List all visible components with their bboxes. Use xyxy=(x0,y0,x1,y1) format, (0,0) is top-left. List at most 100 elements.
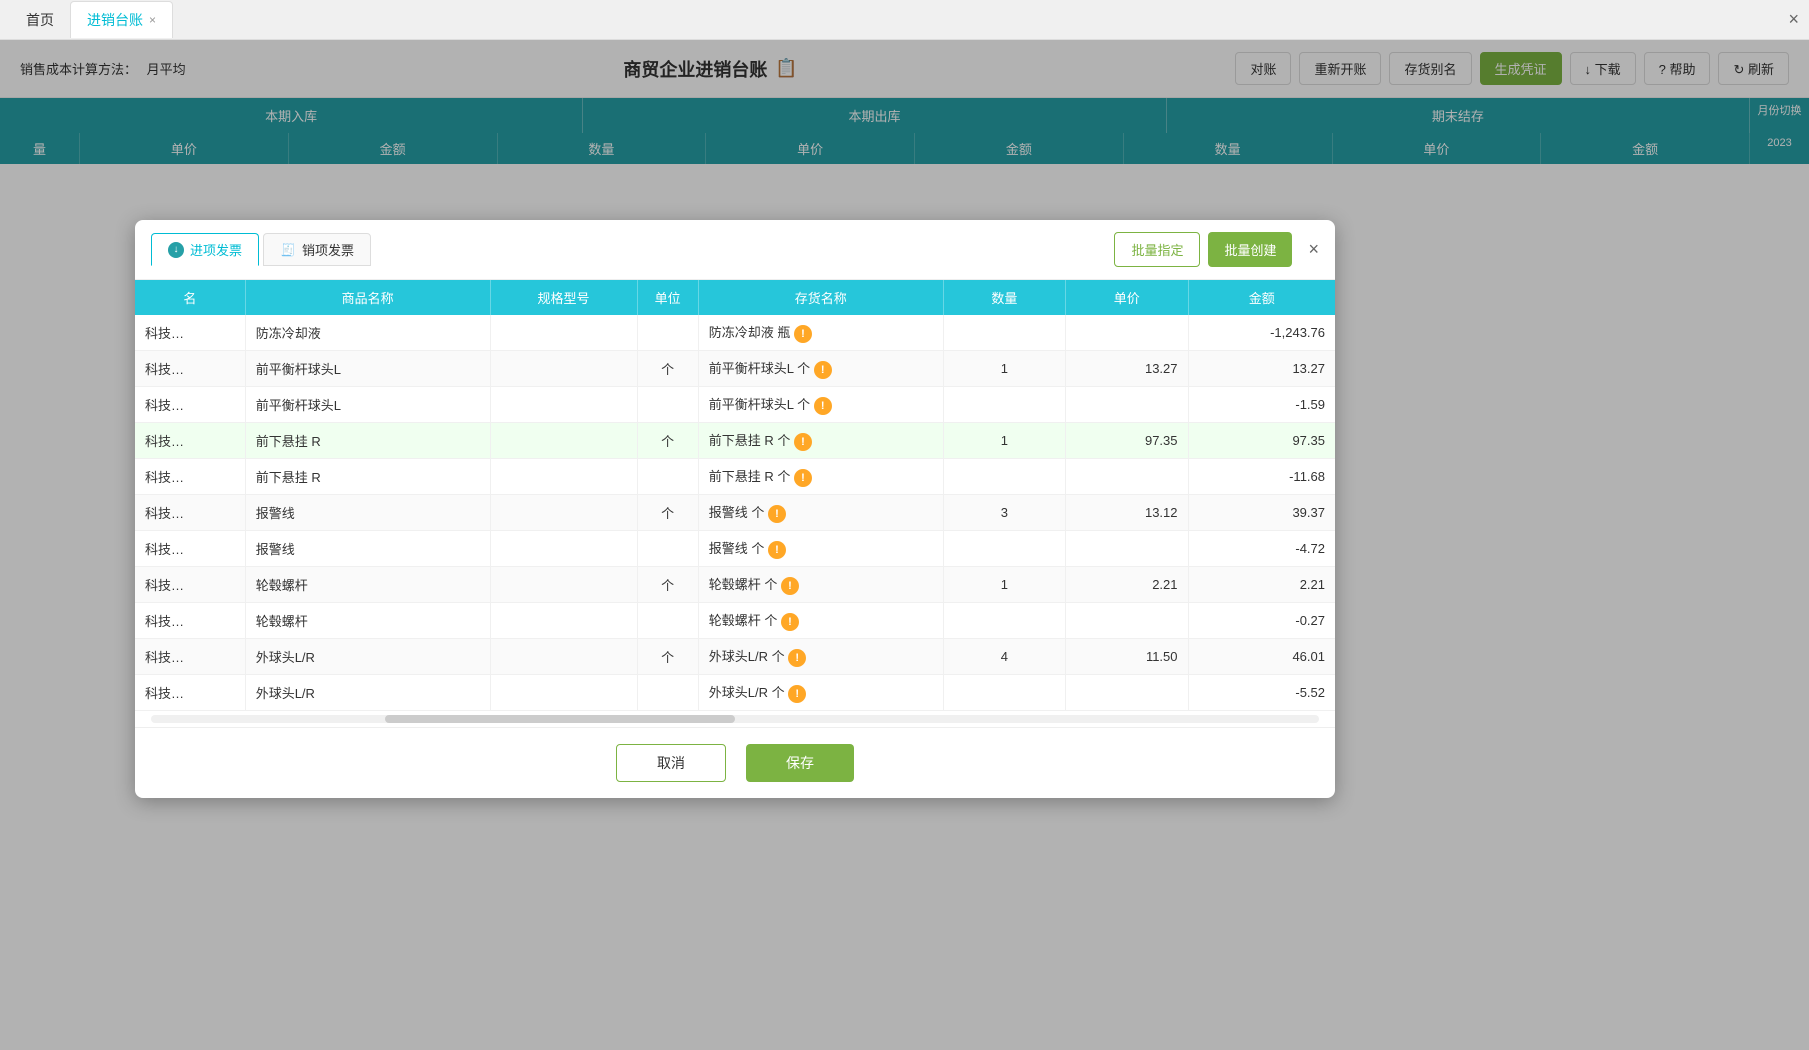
cell-stock: 外球头L/R 个 ! xyxy=(698,639,943,675)
cell-spec xyxy=(490,387,637,423)
table-row: 科技… 前下悬挂 R 个 前下悬挂 R 个 ! 1 97.35 97.35 xyxy=(135,423,1335,459)
cell-product: 外球头L/R xyxy=(245,639,490,675)
batch-create-button[interactable]: 批量创建 xyxy=(1208,232,1292,267)
cell-name: 科技… xyxy=(135,603,245,639)
cell-product: 前平衡杆球头L xyxy=(245,351,490,387)
cell-spec xyxy=(490,423,637,459)
th-product: 商品名称 xyxy=(245,280,490,315)
cell-product: 轮毂螺杆 xyxy=(245,567,490,603)
main-content: 销售成本计算方法： 月平均 商贸企业进销台账 📋 对账 重新开账 存货别名 生成… xyxy=(0,40,1809,1050)
cell-spec xyxy=(490,567,637,603)
cell-product: 轮毂螺杆 xyxy=(245,603,490,639)
cell-product: 前平衡杆球头L xyxy=(245,387,490,423)
cell-stock: 外球头L/R 个 ! xyxy=(698,675,943,711)
cell-unit: 个 xyxy=(637,495,698,531)
window-close-button[interactable]: × xyxy=(1788,9,1799,30)
table-row: 科技… 前平衡杆球头L 个 前平衡杆球头L 个 ! 1 13.27 13.27 xyxy=(135,351,1335,387)
cell-stock: 轮毂螺杆 个 ! xyxy=(698,567,943,603)
th-unit: 单位 xyxy=(637,280,698,315)
cell-price: 2.21 xyxy=(1066,567,1188,603)
tab-bar: 首页 进销台账 × × xyxy=(0,0,1809,40)
cell-spec xyxy=(490,459,637,495)
cell-unit xyxy=(637,315,698,351)
cell-price xyxy=(1066,387,1188,423)
cell-amount: 2.21 xyxy=(1188,567,1335,603)
cell-unit xyxy=(637,531,698,567)
cell-product: 前下悬挂 R xyxy=(245,423,490,459)
cell-price xyxy=(1066,315,1188,351)
cell-name: 科技… xyxy=(135,495,245,531)
cell-name: 科技… xyxy=(135,387,245,423)
th-spec: 规格型号 xyxy=(490,280,637,315)
warning-icon: ! xyxy=(768,505,786,523)
cell-price: 13.27 xyxy=(1066,351,1188,387)
cell-qty xyxy=(943,387,1065,423)
cell-price xyxy=(1066,675,1188,711)
cell-qty xyxy=(943,315,1065,351)
table-row: 科技… 前平衡杆球头L 前平衡杆球头L 个 ! -1.59 xyxy=(135,387,1335,423)
cell-product: 报警线 xyxy=(245,495,490,531)
modal-close-button[interactable]: × xyxy=(1308,239,1319,260)
scrollbar-track xyxy=(151,715,1319,723)
scrollbar-thumb[interactable] xyxy=(385,715,735,723)
in-invoice-icon: ↓ xyxy=(168,242,184,258)
horizontal-scrollbar[interactable] xyxy=(135,711,1335,727)
cell-product: 防冻冷却液 xyxy=(245,315,490,351)
save-button[interactable]: 保存 xyxy=(746,744,854,782)
cell-spec xyxy=(490,531,637,567)
warning-icon: ! xyxy=(768,541,786,559)
cell-qty: 4 xyxy=(943,639,1065,675)
cell-qty: 1 xyxy=(943,423,1065,459)
cell-name: 科技… xyxy=(135,639,245,675)
cell-unit xyxy=(637,603,698,639)
th-price: 单价 xyxy=(1066,280,1188,315)
cell-qty: 3 xyxy=(943,495,1065,531)
th-qty: 数量 xyxy=(943,280,1065,315)
batch-assign-button[interactable]: 批量指定 xyxy=(1114,232,1200,267)
cell-unit: 个 xyxy=(637,423,698,459)
modal-footer: 取消 保存 xyxy=(135,727,1335,798)
cell-amount: -1,243.76 xyxy=(1188,315,1335,351)
cell-stock: 前平衡杆球头L 个 ! xyxy=(698,387,943,423)
cancel-button[interactable]: 取消 xyxy=(616,744,726,782)
cell-amount: -0.27 xyxy=(1188,603,1335,639)
warning-icon: ! xyxy=(781,577,799,595)
cell-price xyxy=(1066,531,1188,567)
table-row: 科技… 防冻冷却液 防冻冷却液 瓶 ! -1,243.76 xyxy=(135,315,1335,351)
tab-ledger[interactable]: 进销台账 × xyxy=(70,1,173,38)
cell-stock: 报警线 个 ! xyxy=(698,495,943,531)
cell-amount: 46.01 xyxy=(1188,639,1335,675)
cell-qty xyxy=(943,531,1065,567)
tab-in-invoice[interactable]: ↓ 进项发票 xyxy=(151,233,259,266)
tab-out-invoice[interactable]: 🧾 销项发票 xyxy=(263,233,371,266)
cell-unit: 个 xyxy=(637,639,698,675)
cell-qty: 1 xyxy=(943,567,1065,603)
cell-qty xyxy=(943,603,1065,639)
table-row: 科技… 前下悬挂 R 前下悬挂 R 个 ! -11.68 xyxy=(135,459,1335,495)
cell-spec xyxy=(490,495,637,531)
cell-price: 13.12 xyxy=(1066,495,1188,531)
cell-name: 科技… xyxy=(135,459,245,495)
table-row: 科技… 外球头L/R 个 外球头L/R 个 ! 4 11.50 46.01 xyxy=(135,639,1335,675)
cell-name: 科技… xyxy=(135,351,245,387)
cell-product: 外球头L/R xyxy=(245,675,490,711)
cell-stock: 前下悬挂 R 个 ! xyxy=(698,423,943,459)
cell-name: 科技… xyxy=(135,567,245,603)
cell-qty xyxy=(943,675,1065,711)
modal-tabs: ↓ 进项发票 🧾 销项发票 xyxy=(151,233,371,266)
cell-stock: 前下悬挂 R 个 ! xyxy=(698,459,943,495)
cell-unit: 个 xyxy=(637,351,698,387)
cell-product: 报警线 xyxy=(245,531,490,567)
tab-home[interactable]: 首页 xyxy=(10,2,70,38)
table-row: 科技… 报警线 个 报警线 个 ! 3 13.12 39.37 xyxy=(135,495,1335,531)
cell-price: 97.35 xyxy=(1066,423,1188,459)
cell-unit: 个 xyxy=(637,567,698,603)
cell-stock: 防冻冷却液 瓶 ! xyxy=(698,315,943,351)
cell-amount: -1.59 xyxy=(1188,387,1335,423)
tab-close-icon[interactable]: × xyxy=(149,13,156,27)
cell-stock: 轮毂螺杆 个 ! xyxy=(698,603,943,639)
warning-icon: ! xyxy=(814,397,832,415)
cell-product: 前下悬挂 R xyxy=(245,459,490,495)
warning-icon: ! xyxy=(794,469,812,487)
cell-stock: 前平衡杆球头L 个 ! xyxy=(698,351,943,387)
